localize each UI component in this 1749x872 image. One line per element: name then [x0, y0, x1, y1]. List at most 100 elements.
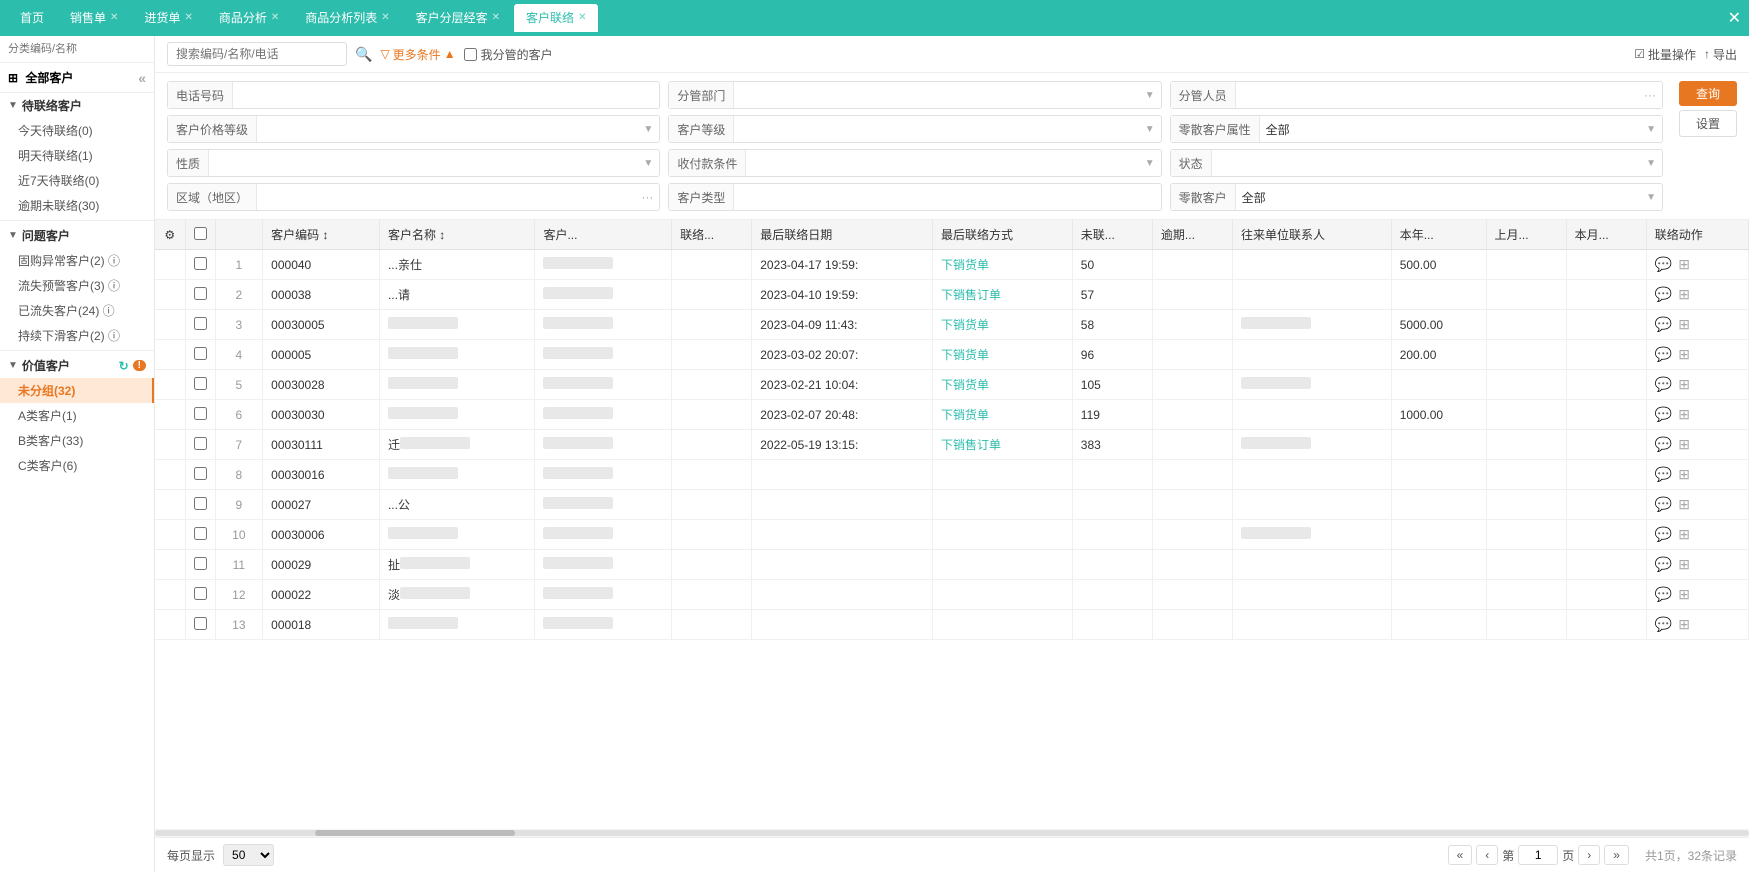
sidebar-item-abnormal[interactable]: 固购异常客户(2) ⓘ	[0, 248, 154, 273]
sidebar-item-overdue[interactable]: 逾期未联络(30)	[0, 193, 154, 218]
td-checkbox[interactable]	[185, 430, 215, 460]
last-method-link[interactable]: 下销售订单	[941, 438, 1001, 452]
batch-op-button[interactable]: ☑ 批量操作	[1634, 46, 1696, 63]
sidebar-item-today[interactable]: 今天待联络(0)	[0, 118, 154, 143]
sidebar-item-classA[interactable]: A类客户(1)	[0, 403, 154, 428]
td-checkbox[interactable]	[185, 340, 215, 370]
chat-icon[interactable]: 💬	[1655, 406, 1672, 423]
ellipsis-icon-2[interactable]: ···	[635, 190, 659, 204]
chat-icon[interactable]: 💬	[1655, 616, 1672, 633]
prev-page-button[interactable]: ‹	[1476, 845, 1498, 865]
grid-icon-action[interactable]: ⊞	[1678, 616, 1690, 633]
grid-icon-action[interactable]: ⊞	[1678, 376, 1690, 393]
sidebar-section-problem[interactable]: ▼ 问题客户	[0, 223, 154, 248]
chevron-down-icon-8[interactable]: ▼	[1640, 192, 1662, 203]
grid-icon-action[interactable]: ⊞	[1678, 496, 1690, 513]
sidebar-section-value[interactable]: ▼ 价值客户 ↻ !	[0, 353, 154, 378]
grid-icon-action[interactable]: ⊞	[1678, 316, 1690, 333]
sidebar-section-pending[interactable]: ▼ 待联络客户	[0, 93, 154, 118]
sidebar-all-customers[interactable]: ⊞ 全部客户 «	[0, 63, 154, 93]
sidebar-item-tomorrow[interactable]: 明天待联络(1)	[0, 143, 154, 168]
tab-sales[interactable]: 销售单 ✕	[58, 4, 130, 32]
td-checkbox[interactable]	[185, 250, 215, 280]
th-customer-code[interactable]: 客户编码 ↕	[263, 220, 380, 250]
td-checkbox[interactable]	[185, 520, 215, 550]
chevron-down-icon[interactable]: ▼	[1139, 90, 1161, 101]
tab-customer-contact[interactable]: 客户联络 ✕	[514, 4, 598, 32]
grid-icon-action[interactable]: ⊞	[1678, 256, 1690, 273]
td-checkbox[interactable]	[185, 400, 215, 430]
filter-retail-value[interactable]: 全部	[1236, 189, 1640, 206]
grid-icon-action[interactable]: ⊞	[1678, 586, 1690, 603]
td-checkbox[interactable]	[185, 460, 215, 490]
row-checkbox[interactable]	[194, 407, 207, 420]
row-checkbox[interactable]	[194, 497, 207, 510]
row-checkbox[interactable]	[194, 287, 207, 300]
my-customers-checkbox-label[interactable]: 我分管的客户	[464, 46, 553, 63]
ellipsis-icon-1[interactable]: ···	[1638, 88, 1662, 102]
row-checkbox[interactable]	[194, 317, 207, 330]
chat-icon[interactable]: 💬	[1655, 466, 1672, 483]
tab-customer-segment[interactable]: 客户分层经客 ✕	[404, 4, 512, 32]
grid-icon-action[interactable]: ⊞	[1678, 466, 1690, 483]
chevron-down-icon-4[interactable]: ▼	[1640, 124, 1662, 135]
chevron-down-icon-5[interactable]: ▼	[637, 158, 659, 169]
th-customer-name[interactable]: 客户名称 ↕	[379, 220, 535, 250]
chat-icon[interactable]: 💬	[1655, 316, 1672, 333]
chat-icon[interactable]: 💬	[1655, 286, 1672, 303]
export-button[interactable]: ↑ 导出	[1704, 46, 1737, 63]
td-checkbox[interactable]	[185, 370, 215, 400]
page-size-select[interactable]: 50 20 100	[223, 844, 274, 866]
grid-icon-action[interactable]: ⊞	[1678, 346, 1690, 363]
tab-home[interactable]: 首页	[8, 4, 56, 32]
my-customers-checkbox[interactable]	[464, 48, 477, 61]
tab-customer-segment-close[interactable]: ✕	[492, 4, 500, 32]
grid-icon-action[interactable]: ⊞	[1678, 436, 1690, 453]
tab-product-analysis-list-close[interactable]: ✕	[381, 4, 389, 32]
last-method-link[interactable]: 下销售订单	[941, 288, 1001, 302]
tab-purchase[interactable]: 进货单 ✕	[132, 4, 204, 32]
chat-icon[interactable]: 💬	[1655, 346, 1672, 363]
sidebar-item-unclassified[interactable]: 未分组(32)	[0, 378, 154, 403]
last-page-button[interactable]: »	[1604, 845, 1629, 865]
row-checkbox[interactable]	[194, 437, 207, 450]
first-page-button[interactable]: «	[1448, 845, 1473, 865]
row-checkbox[interactable]	[194, 527, 207, 540]
chevron-down-icon-2[interactable]: ▼	[637, 124, 659, 135]
close-window-button[interactable]: ✕	[1728, 8, 1741, 28]
page-number-input[interactable]	[1518, 845, 1558, 865]
sidebar-item-lost[interactable]: 已流失客户(24) ⓘ	[0, 298, 154, 323]
th-checkbox[interactable]	[185, 220, 215, 250]
grid-icon-action[interactable]: ⊞	[1678, 406, 1690, 423]
tab-sales-close[interactable]: ✕	[110, 4, 118, 32]
sidebar-item-churn-risk[interactable]: 流失预警客户(3) ⓘ	[0, 273, 154, 298]
row-checkbox[interactable]	[194, 257, 207, 270]
td-checkbox[interactable]	[185, 580, 215, 610]
last-method-link[interactable]: 下销货单	[941, 378, 989, 392]
sidebar-search-input[interactable]	[8, 43, 150, 55]
next-page-button[interactable]: ›	[1578, 845, 1600, 865]
tab-product-analysis-close[interactable]: ✕	[271, 4, 279, 32]
filter-retail-attr-value[interactable]: 全部	[1260, 121, 1640, 138]
query-button[interactable]: 查询	[1679, 81, 1737, 106]
chevron-down-icon-6[interactable]: ▼	[1139, 158, 1161, 169]
tab-product-analysis[interactable]: 商品分析 ✕	[207, 4, 291, 32]
row-checkbox[interactable]	[194, 347, 207, 360]
last-method-link[interactable]: 下销货单	[941, 348, 989, 362]
horizontal-scrollbar[interactable]	[155, 829, 1749, 837]
more-conditions-button[interactable]: ▽ 更多条件 ▲	[380, 46, 455, 63]
last-method-link[interactable]: 下销货单	[941, 318, 989, 332]
sidebar-item-classB[interactable]: B类客户(33)	[0, 428, 154, 453]
select-all-checkbox[interactable]	[194, 227, 207, 240]
td-checkbox[interactable]	[185, 610, 215, 640]
th-settings[interactable]: ⚙	[155, 220, 185, 250]
scrollbar-thumb[interactable]	[315, 830, 515, 836]
tab-customer-contact-close[interactable]: ✕	[578, 4, 586, 32]
chat-icon[interactable]: 💬	[1655, 376, 1672, 393]
refresh-icon[interactable]: ↻	[119, 359, 129, 373]
sidebar-item-declining[interactable]: 持续下滑客户(2) ⓘ	[0, 323, 154, 348]
row-checkbox[interactable]	[194, 557, 207, 570]
last-method-link[interactable]: 下销货单	[941, 408, 989, 422]
row-checkbox[interactable]	[194, 617, 207, 630]
chat-icon[interactable]: 💬	[1655, 436, 1672, 453]
